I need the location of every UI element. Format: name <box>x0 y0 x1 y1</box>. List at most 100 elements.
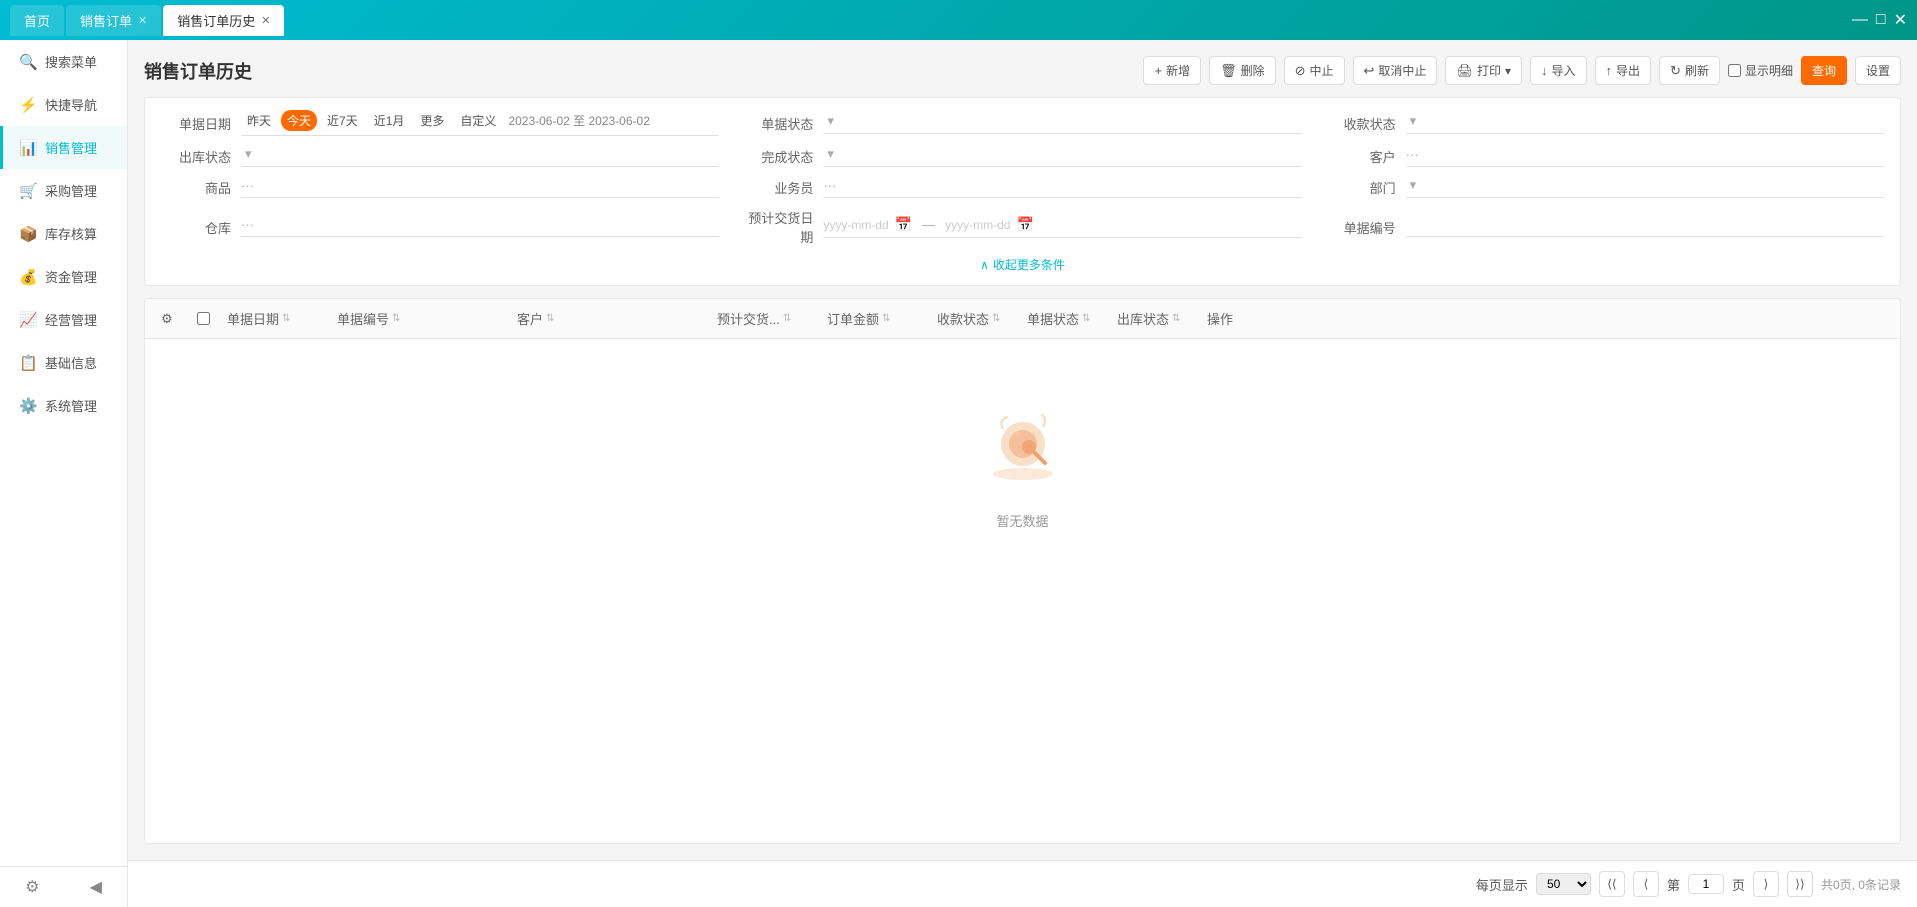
delete-button[interactable]: 🗑 删除 <box>1209 56 1276 85</box>
date-filter-field: 昨天 今天 近7天 近1月 更多 自定义 2023-06-02 至 2023-0… <box>241 110 719 136</box>
expected-date-start[interactable]: yyyy-mm-dd <box>823 218 888 232</box>
sidebar-bottom: ⚙ ◀ <box>0 866 127 907</box>
tab-sales-order-close[interactable]: ✕ <box>138 14 147 27</box>
th-date[interactable]: 单据日期 ⇅ <box>219 309 329 328</box>
th-stock-status[interactable]: 出库状态 ⇅ <box>1109 309 1199 328</box>
close-icon[interactable]: ✕ <box>1894 10 1907 30</box>
table-header: ⚙ 单据日期 ⇅ 单据编号 ⇅ 客户 ⇅ <box>145 299 1900 339</box>
refresh-label: 刷新 <box>1685 62 1709 79</box>
export-button[interactable]: ↑ 导出 <box>1595 56 1652 85</box>
prev-page-btn[interactable]: ⟨ <box>1633 871 1659 897</box>
select-all-checkbox[interactable] <box>197 312 210 325</box>
sidebar-item-sys-mgmt[interactable]: ⚙️ 系统管理 <box>0 384 127 427</box>
settings-icon: ⚙ <box>161 311 173 327</box>
tab-sales-order-history[interactable]: 销售订单历史 ✕ <box>163 5 284 36</box>
date-yesterday-btn[interactable]: 昨天 <box>241 110 277 131</box>
th-customer-label: 客户 <box>517 309 543 328</box>
sidebar-item-sales-mgmt[interactable]: 📊 销售管理 <box>0 126 127 169</box>
sidebar-item-quick-nav[interactable]: ⚡ 快捷导航 <box>0 83 127 126</box>
sidebar-item-operation[interactable]: 📈 经营管理 <box>0 298 127 341</box>
maximize-icon[interactable]: □ <box>1876 11 1886 29</box>
department-select[interactable]: ▾ <box>1406 177 1417 193</box>
th-pay-status-sort-icon: ⇅ <box>992 313 1000 324</box>
date-1month-btn[interactable]: 近1月 <box>368 110 411 131</box>
page-word: 第 <box>1667 875 1680 894</box>
date-custom-btn[interactable]: 自定义 <box>454 110 502 131</box>
tab-sales-order[interactable]: 销售订单 ✕ <box>66 5 161 36</box>
add-button[interactable]: + 新增 <box>1143 56 1201 85</box>
payment-status-select[interactable]: ▾ <box>1406 113 1417 129</box>
sidebar-item-search-menu[interactable]: 🔍 搜索菜单 <box>0 40 127 83</box>
expected-date-end[interactable]: yyyy-mm-dd <box>945 218 1010 232</box>
cancel-stop-button[interactable]: ↩ 取消中止 <box>1353 56 1438 85</box>
customer-label: 客户 <box>1326 147 1406 166</box>
refresh-button[interactable]: ↻ 刷新 <box>1659 56 1720 85</box>
date-7days-btn[interactable]: 近7天 <box>321 110 364 131</box>
tab-home[interactable]: 首页 <box>10 5 64 36</box>
customer-dots[interactable]: ··· <box>1406 147 1419 162</box>
th-order-no-sort-icon: ⇅ <box>392 313 400 324</box>
query-button[interactable]: 查询 <box>1801 56 1847 85</box>
th-checkbox[interactable] <box>189 312 219 325</box>
stock-out-select[interactable]: ▾ <box>241 146 252 162</box>
sidebar-item-sys-mgmt-label: 系统管理 <box>45 396 97 415</box>
sidebar-item-finance[interactable]: 💰 资金管理 <box>0 255 127 298</box>
goods-field: ··· <box>241 178 719 198</box>
top-bar-right: — □ ✕ <box>1852 10 1907 30</box>
th-pay-status-label: 收款状态 <box>937 309 989 328</box>
filter-panel: 单据日期 昨天 今天 近7天 近1月 更多 自定义 2023-06-02 至 2… <box>144 97 1901 286</box>
collapse-btn[interactable]: ∧ 收起更多条件 <box>161 256 1884 273</box>
sidebar-settings-icon[interactable]: ⚙ <box>25 877 39 897</box>
sidebar-item-inventory[interactable]: 📦 库存核算 <box>0 212 127 255</box>
th-customer[interactable]: 客户 ⇅ <box>509 309 709 328</box>
tab-sales-order-history-close[interactable]: ✕ <box>261 14 270 27</box>
salesperson-dots[interactable]: ··· <box>823 178 836 193</box>
calendar-start-icon[interactable]: 📅 <box>895 216 912 233</box>
next-page-btn[interactable]: ⟩ <box>1753 871 1779 897</box>
sidebar-collapse-icon[interactable]: ◀ <box>90 877 102 897</box>
payment-status-label: 收款状态 <box>1326 114 1406 133</box>
page-title: 销售订单历史 <box>144 58 252 84</box>
minimize-icon[interactable]: — <box>1852 11 1868 29</box>
collapse-up-icon: ∧ <box>980 258 989 272</box>
last-page-btn[interactable]: ⟩⟩ <box>1787 871 1813 897</box>
th-settings[interactable]: ⚙ <box>153 311 189 327</box>
import-button[interactable]: ↓ 导入 <box>1530 56 1587 85</box>
th-customer-sort-icon: ⇅ <box>546 313 554 324</box>
expected-date-label: 预计交货日期 <box>743 208 823 246</box>
stop-button[interactable]: ⊘ 中止 <box>1284 56 1345 85</box>
order-status-select[interactable]: ▾ <box>823 113 834 129</box>
quick-nav-icon: ⚡ <box>19 96 37 114</box>
calendar-end-icon[interactable]: 📅 <box>1016 216 1033 233</box>
date-today-btn[interactable]: 今天 <box>281 110 317 131</box>
th-delivery[interactable]: 预计交货... ⇅ <box>709 309 819 328</box>
settings-label: 设置 <box>1866 62 1890 79</box>
main-layout: 🔍 搜索菜单 ⚡ 快捷导航 📊 销售管理 🛒 采购管理 📦 库存核算 💰 资金管… <box>0 40 1917 907</box>
order-no-input[interactable] <box>1406 217 1884 232</box>
warehouse-dots[interactable]: ··· <box>241 217 254 232</box>
date-more-btn[interactable]: 更多 <box>414 110 450 131</box>
sidebar-item-inventory-label: 库存核算 <box>45 224 97 243</box>
date-filter-label: 单据日期 <box>161 114 241 133</box>
page-input[interactable] <box>1688 874 1724 894</box>
goods-dots[interactable]: ··· <box>241 178 254 193</box>
th-order-status[interactable]: 单据状态 ⇅ <box>1019 309 1109 328</box>
complete-status-select[interactable]: ▾ <box>823 146 834 162</box>
th-order-status-label: 单据状态 <box>1027 309 1079 328</box>
th-order-no[interactable]: 单据编号 ⇅ <box>329 309 509 328</box>
delete-label: 删除 <box>1241 62 1265 79</box>
first-page-btn[interactable]: ⟨⟨ <box>1599 871 1625 897</box>
sidebar-item-basic-info[interactable]: 📋 基础信息 <box>0 341 127 384</box>
filter-row-2: 出库状态 ▾ 完成状态 ▾ 客户 ··· <box>161 146 1884 167</box>
th-pay-status[interactable]: 收款状态 ⇅ <box>929 309 1019 328</box>
per-page-select[interactable]: 50 10 20 100 <box>1536 873 1591 895</box>
cancel-stop-icon: ↩ <box>1364 63 1375 79</box>
stop-icon: ⊘ <box>1295 63 1306 79</box>
settings-button[interactable]: 设置 <box>1855 56 1901 85</box>
sidebar-item-purchase-mgmt[interactable]: 🛒 采购管理 <box>0 169 127 212</box>
print-button[interactable]: 🖨 打印 ▾ <box>1445 56 1522 85</box>
display-toggle-checkbox[interactable] <box>1728 64 1741 77</box>
th-amount[interactable]: 订单金额 ⇅ <box>819 309 929 328</box>
empty-state: 暂无数据 <box>145 339 1900 590</box>
export-icon: ↑ <box>1606 63 1613 78</box>
